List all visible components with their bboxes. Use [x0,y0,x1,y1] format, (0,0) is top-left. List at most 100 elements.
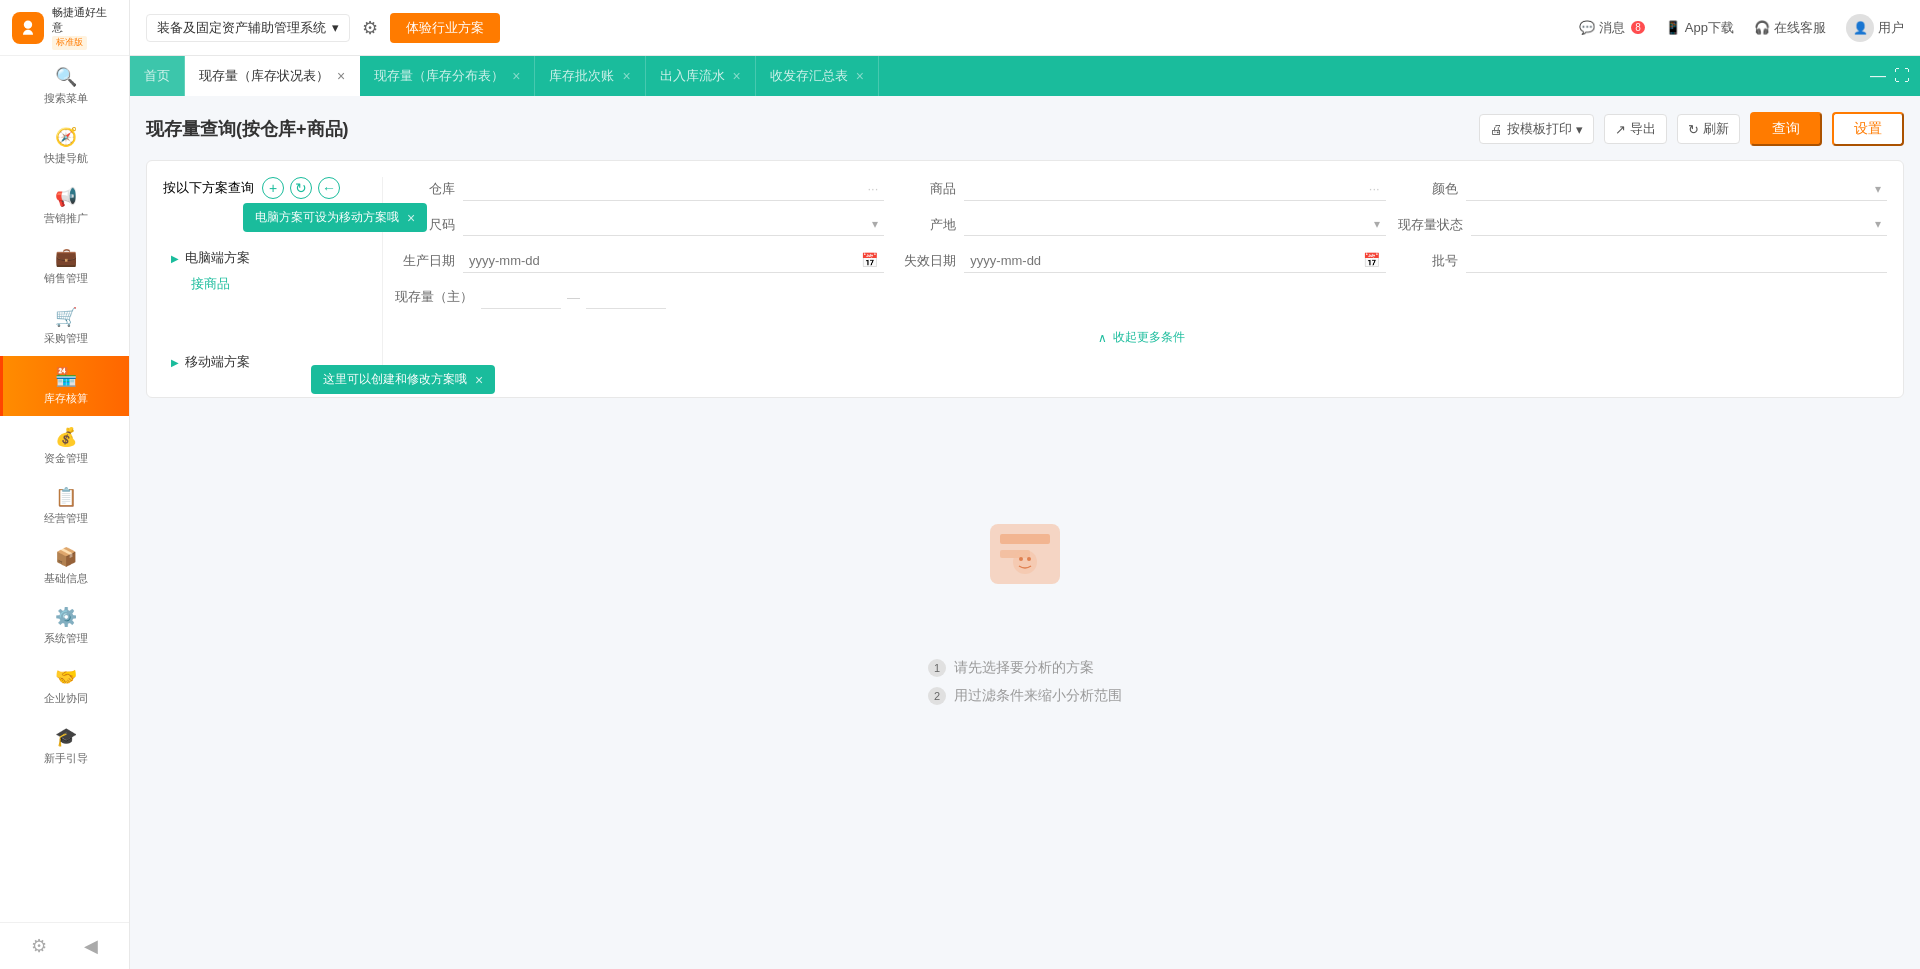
back-scheme-btn[interactable]: ← [318,177,340,199]
export-btn[interactable]: ↗ 导出 [1604,114,1667,144]
box-icon: 📦 [55,546,77,568]
arrow-icon: ▾ [1875,182,1881,196]
settings-bottom-icon[interactable]: ⚙ [31,935,47,957]
size-select[interactable]: ▾ [463,213,884,236]
empty-state: 1 请先选择要分析的方案 2 用过滤条件来缩小分析范围 [146,414,1904,789]
color-filter: 颜色 ▾ [1398,178,1887,201]
settings-icon[interactable]: ⚙ [362,17,378,39]
step1-num: 1 [928,659,946,677]
filter-actions: + ↻ ← [262,177,340,199]
tooltip-scheme: 电脑方案可设为移动方案哦 × [243,203,427,232]
filter-row-2: 尺码 ▾ 产地 ▾ 现存量状态 [395,213,1887,236]
logo-text: 畅捷通好生意 标准版 [52,5,117,49]
expire-date-input[interactable]: 📅 [964,248,1385,273]
tooltip1-close[interactable]: × [407,210,415,226]
tooltip2-close[interactable]: × [475,372,483,388]
app-download-item[interactable]: 📱 App下载 [1665,19,1734,37]
nav-marketing[interactable]: 📢 营销推广 [0,176,129,236]
industry-btn[interactable]: 体验行业方案 [390,13,500,43]
query-button[interactable]: 查询 [1750,112,1822,146]
svg-point-0 [24,20,32,28]
set-button[interactable]: 设置 [1832,112,1904,146]
gear-icon: ⚙️ [55,606,77,628]
filter-right: 仓库 ··· 商品 ··· 颜色 [395,177,1887,381]
main-content: 现存量查询(按仓库+商品) 🖨 按模板打印 ▾ ↗ 导出 ↻ 刷新 查询 设置 [130,96,1920,969]
color-select[interactable]: ▾ [1466,178,1887,201]
tab-recv-summary[interactable]: 收发存汇总表 × [756,56,879,96]
origin-select[interactable]: ▾ [964,213,1385,236]
message-item[interactable]: 💬 消息 8 [1579,19,1645,37]
collapse-icon[interactable]: ◀ [84,935,98,957]
system-selector[interactable]: 装备及固定资产辅助管理系统 ▾ [146,14,350,42]
stock-min-input[interactable] [481,285,561,309]
page-actions: 🖨 按模板打印 ▾ ↗ 导出 ↻ 刷新 查询 设置 [1479,112,1904,146]
tab-inventory-dist[interactable]: 现存量（库存分布表） × [360,56,535,96]
goods-select[interactable]: ··· [964,177,1385,201]
user-item[interactable]: 👤 用户 [1846,14,1904,42]
tab-close-batch-account[interactable]: × [622,68,630,84]
desktop-scheme-group[interactable]: ▶ 电脑端方案 [163,245,370,271]
nav-inventory[interactable]: 🏪 库存核算 [0,356,129,416]
handshake-icon: 🤝 [55,666,77,688]
refresh-btn[interactable]: ↻ 刷新 [1677,114,1740,144]
batch-input[interactable] [1466,249,1887,273]
sidebar-bottom: ⚙ ◀ [0,922,129,969]
warehouse-select[interactable]: ··· [463,177,884,201]
tab-close-inventory-dist[interactable]: × [512,68,520,84]
tab-home[interactable]: 首页 [130,56,185,96]
tab-close-in-out-flow[interactable]: × [733,68,741,84]
nav-purchase[interactable]: 🛒 采购管理 [0,296,129,356]
tab-minimize-icon[interactable]: — [1870,67,1886,85]
money-icon: 💰 [55,426,77,448]
headset-icon: 🎧 [1754,20,1770,35]
online-service-item[interactable]: 🎧 在线客服 [1754,19,1826,37]
calendar-icon: 📅 [861,252,878,268]
tab-batch-account[interactable]: 库存批次账 × [535,56,645,96]
filter-card-inner: 按以下方案查询 + ↻ ← 电脑方案可设为移动方案哦 × ▶ [163,177,1887,381]
svg-point-5 [1019,557,1023,561]
nav-system[interactable]: ⚙️ 系统管理 [0,596,129,656]
nav-guide[interactable]: 🎓 新手引导 [0,716,129,776]
expire-date-field[interactable] [970,253,1362,268]
filter-card: 按以下方案查询 + ↻ ← 电脑方案可设为移动方案哦 × ▶ [146,160,1904,398]
dots-icon: ··· [867,181,878,196]
nav-operations[interactable]: 📋 经营管理 [0,476,129,536]
nav-corp[interactable]: 🤝 企业协同 [0,656,129,716]
topbar: 装备及固定资产辅助管理系统 ▾ ⚙ 体验行业方案 💬 消息 8 📱 App下载 … [130,0,1920,56]
graduation-icon: 🎓 [55,726,77,748]
goods-filter: 商品 ··· [896,177,1385,201]
tab-maximize-icon[interactable]: ⛶ [1894,67,1910,85]
chevron-up-icon: ∧ [1098,331,1107,345]
mobile-icon: 📱 [1665,20,1681,35]
desktop-scheme-item[interactable]: 接商品 [163,271,370,297]
refresh-scheme-btn[interactable]: ↻ [290,177,312,199]
nav-basic[interactable]: 📦 基础信息 [0,536,129,596]
empty-text: 1 请先选择要分析的方案 2 用过滤条件来缩小分析范围 [928,653,1122,709]
calendar-icon2: 📅 [1363,252,1380,268]
produce-date-field[interactable] [469,253,861,268]
nav-quick[interactable]: 🧭 快捷导航 [0,116,129,176]
tab-close-inventory-status[interactable]: × [337,68,345,84]
briefcase-icon: 💼 [55,246,77,268]
dots-icon2: ··· [1369,181,1380,196]
avatar: 👤 [1846,14,1874,42]
clipboard-icon: 📋 [55,486,77,508]
add-scheme-btn[interactable]: + [262,177,284,199]
range-separator: — [567,290,580,305]
nav-finance[interactable]: 💰 资金管理 [0,416,129,476]
collapse-bar[interactable]: ∧ 收起更多条件 [395,321,1887,354]
logo-icon [12,12,44,44]
topbar-left: 装备及固定资产辅助管理系统 ▾ ⚙ 体验行业方案 [146,13,500,43]
nav-sales[interactable]: 💼 销售管理 [0,236,129,296]
stock-status-select[interactable]: ▾ [1471,213,1887,236]
tab-close-recv-summary[interactable]: × [856,68,864,84]
cart-icon: 🛒 [55,306,77,328]
stock-max-input[interactable] [586,285,666,309]
print-btn[interactable]: 🖨 按模板打印 ▾ [1479,114,1594,144]
megaphone-icon: 📢 [55,186,77,208]
tab-in-out-flow[interactable]: 出入库流水 × [646,56,756,96]
tab-inventory-status[interactable]: 现存量（库存状况表） × [185,56,360,96]
nav-search[interactable]: 🔍 搜索菜单 [0,56,129,116]
produce-date-input[interactable]: 📅 [463,248,884,273]
batch-filter: 批号 [1398,249,1887,273]
